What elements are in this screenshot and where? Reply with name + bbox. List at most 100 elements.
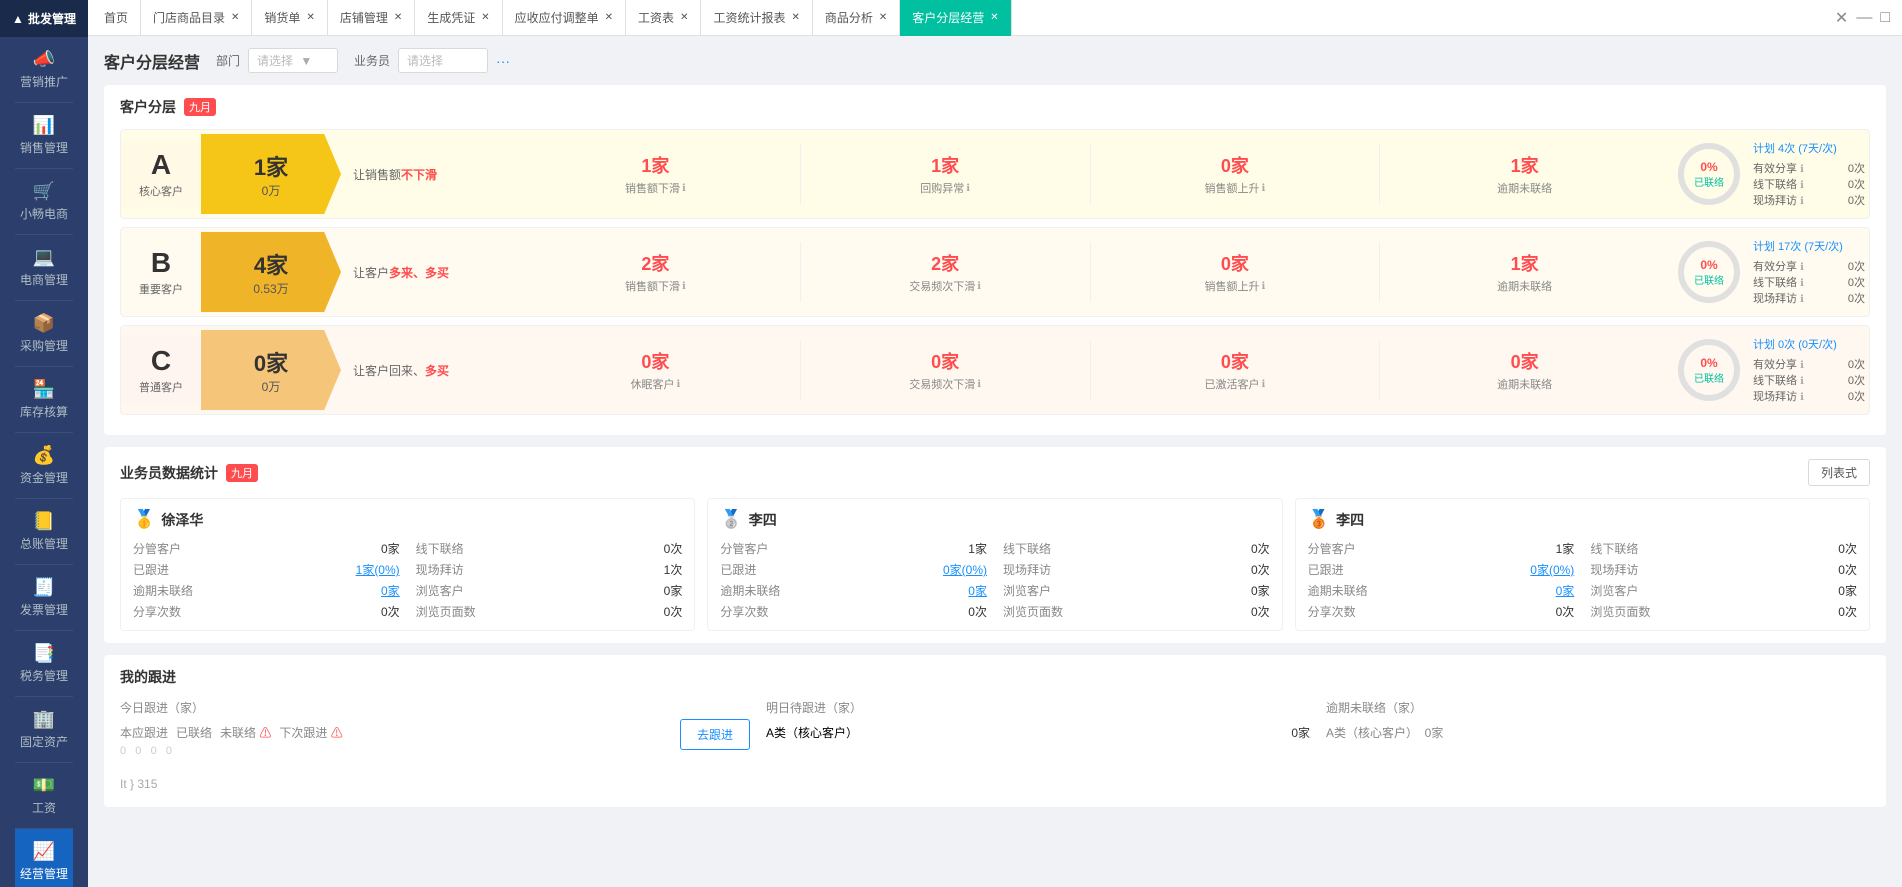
sidebar-item-caigou[interactable]: 📦采购管理 (15, 301, 73, 367)
stat-block-A-1: 1家 回购异常ℹ (801, 144, 1091, 204)
sidebar-item-zijin[interactable]: 💰资金管理 (15, 433, 73, 499)
tab-shangpinfenxi[interactable]: 商品分析✕ (813, 0, 900, 36)
tab-xiaohuo[interactable]: 销货单✕ (252, 0, 327, 36)
tab-gongzibiao[interactable]: 工资表✕ (626, 0, 701, 36)
salesperson-grid: 🥇 徐泽华 分管客户 0家 线下联络 0次 已跟进 1家(0%) 现场拜访 1次 (120, 498, 1870, 631)
stat-label-B-1: 交易频次下滑ℹ (909, 278, 981, 294)
gudingzichan-label: 固定资产 (20, 735, 68, 749)
stat-info-C-1[interactable]: ℹ (977, 379, 981, 390)
sidebar-item-xiaodian[interactable]: 🛒小畅电商 (15, 169, 73, 235)
tab-label-home: 首页 (104, 9, 128, 26)
cright-info-icon[interactable]: ℹ (1800, 376, 1804, 387)
sp-stat-value-1-2[interactable]: 0家(0%) (943, 561, 987, 578)
biz-title: 业务员数据统计 (120, 463, 218, 483)
tab-home[interactable]: 首页 (92, 0, 141, 36)
tab-close-shengchengpingzheng[interactable]: ✕ (481, 12, 489, 23)
sidebar-item-yingxiao[interactable]: 📣营销推广 (15, 37, 73, 103)
stat-label-C-1: 交易频次下滑ℹ (909, 376, 981, 392)
biz-title-area: 业务员数据统计 九月 (120, 463, 258, 483)
cright-info-icon[interactable]: ℹ (1800, 278, 1804, 289)
sidebar-item-gongzi[interactable]: 💵工资 (15, 763, 73, 829)
cright-info-icon[interactable]: ℹ (1800, 262, 1804, 273)
sp-stat-value-2-2[interactable]: 0家(0%) (1530, 561, 1574, 578)
tab-close-xiaohuo[interactable]: ✕ (306, 12, 314, 23)
tier-label-C: C 普通客户 (121, 337, 201, 403)
sidebar-item-zhangmu[interactable]: 📒总账管理 (15, 499, 73, 565)
sp-stats-1: 分管客户 1家 线下联络 0次 已跟进 0家(0%) 现场拜访 0次 逾期未联络… (720, 540, 1269, 620)
window-max-icon[interactable]: □ (1880, 9, 1890, 27)
sp-stat-value-0-2[interactable]: 1家(0%) (356, 561, 400, 578)
dept-select[interactable]: 请选择 ▼ (248, 48, 338, 73)
sp-stat-value-2-4[interactable]: 0家 (1556, 582, 1575, 599)
sp-stat-0-6: 分享次数 0次 (133, 603, 400, 620)
sp-stat-value-2-7: 0次 (1838, 603, 1857, 620)
cright-info-icon[interactable]: ℹ (1800, 164, 1804, 175)
window-min-icon[interactable]: — (1856, 9, 1872, 27)
sidebar-item-jingying[interactable]: 📈经营管理 (15, 829, 73, 887)
tab-kehufen[interactable]: 客户分层经营✕ (900, 0, 1011, 36)
stat-info-B-1[interactable]: ℹ (977, 281, 981, 292)
tab-label-gongzitongji: 工资统计报表 (713, 9, 785, 26)
tab-close-mendianshanpinmulu[interactable]: ✕ (231, 12, 239, 23)
stat-info-A-1[interactable]: ℹ (966, 183, 970, 194)
dept-placeholder: 请选择 (257, 54, 293, 68)
cright-label-C-1: 线下联络 ℹ (1753, 372, 1804, 388)
sp-stat-value-0-4[interactable]: 0家 (381, 582, 400, 599)
stat-info-B-0[interactable]: ℹ (682, 281, 686, 292)
sidebar-logo-text: 批发管理 (28, 10, 76, 27)
sp-stat-1-5: 浏览客户 0家 (1003, 582, 1270, 599)
circle-plan-B[interactable]: 计划 17次 (7天/次) (1753, 238, 1865, 254)
go-followup-button[interactable]: 去跟进 (680, 719, 750, 750)
sidebar-logo[interactable]: ▲ 批发管理 (0, 0, 88, 37)
tab-close-kehufen[interactable]: ✕ (990, 12, 998, 23)
tab-mendianshanpinmulu[interactable]: 门店商品目录✕ (141, 0, 252, 36)
tab-close-gongzitongji[interactable]: ✕ (791, 12, 799, 23)
tab-gongzitongji[interactable]: 工资统计报表 ✕ (701, 0, 812, 36)
cright-label-A-2: 现场拜访 ℹ (1753, 192, 1804, 208)
stat-info-B-2[interactable]: ℹ (1261, 281, 1265, 292)
tab-close-yingshoufu[interactable]: ✕ (605, 12, 613, 23)
sidebar-item-fapiao[interactable]: 🧾发票管理 (15, 565, 73, 631)
bottom-hint: It } 315 (120, 773, 1870, 795)
cright-label-C-2: 现场拜访 ℹ (1753, 388, 1804, 404)
circle-plan-A[interactable]: 计划 4次 (7天/次) (1753, 140, 1865, 156)
sidebar-item-gudingzichan[interactable]: 🏢固定资产 (15, 697, 73, 763)
sp-stat-0-0: 分管客户 0家 (133, 540, 400, 557)
page-content: 客户分层经营 部门 请选择 ▼ 业务员 请选择 ··· 客户分层 九月 (88, 36, 1902, 887)
tab-bar: 首页门店商品目录✕销货单✕店铺管理✕生成凭证✕应收应付调整单✕工资表✕工资统计报… (88, 0, 1902, 36)
window-close-icon[interactable]: ✕ (1835, 8, 1848, 28)
tab-close-gongzibiao[interactable]: ✕ (680, 12, 688, 23)
tab-close-dianguan[interactable]: ✕ (394, 12, 402, 23)
circle-plan-C[interactable]: 计划 0次 (0天/次) (1753, 336, 1865, 352)
sp-card-2: 🥉 李四 分管客户 1家 线下联络 0次 已跟进 0家(0%) 现场拜访 0次 (1295, 498, 1870, 631)
more-filters-icon[interactable]: ··· (496, 53, 510, 69)
sidebar-item-xiaoshou[interactable]: 📊销售管理 (15, 103, 73, 169)
sp-stat-value-1-4[interactable]: 0家 (968, 582, 987, 599)
stat-info-A-0[interactable]: ℹ (682, 183, 686, 194)
stat-label-A-3: 逾期未联络 (1497, 180, 1552, 196)
stat-info-C-2[interactable]: ℹ (1261, 379, 1265, 390)
tab-dianguan[interactable]: 店铺管理✕ (328, 0, 415, 36)
cright-info-icon[interactable]: ℹ (1800, 360, 1804, 371)
sp-stat-value-0-5: 0家 (664, 582, 683, 599)
cright-info-icon[interactable]: ℹ (1800, 392, 1804, 403)
stat-info-A-2[interactable]: ℹ (1261, 183, 1265, 194)
list-view-button[interactable]: 列表式 (1808, 459, 1870, 486)
sp-stat-label-0-1: 线下联络 (416, 540, 464, 557)
sidebar-item-shuiwu[interactable]: 📑税务管理 (15, 631, 73, 697)
stat-count-C-0: 0家 (641, 348, 669, 374)
sidebar-item-dianshang[interactable]: 💻电商管理 (15, 235, 73, 301)
stat-block-A-0: 1家 销售额下滑ℹ (511, 144, 801, 204)
sp-stat-label-1-7: 浏览页面数 (1003, 603, 1063, 620)
sales-select[interactable]: 请选择 (398, 48, 488, 73)
sp-stat-1-1: 线下联络 0次 (1003, 540, 1270, 557)
stat-block-B-1: 2家 交易频次下滑ℹ (801, 242, 1091, 302)
cright-info-icon[interactable]: ℹ (1800, 196, 1804, 207)
tab-shengchengpingzheng[interactable]: 生成凭证✕ (415, 0, 502, 36)
cright-info-icon[interactable]: ℹ (1800, 180, 1804, 191)
cright-info-icon[interactable]: ℹ (1800, 294, 1804, 305)
stat-info-C-0[interactable]: ℹ (676, 379, 680, 390)
tab-close-shangpinfenxi[interactable]: ✕ (879, 12, 887, 23)
tab-yingshoufu[interactable]: 应收应付调整单✕ (503, 0, 626, 36)
sidebar-item-kucun[interactable]: 🏪库存核算 (15, 367, 73, 433)
